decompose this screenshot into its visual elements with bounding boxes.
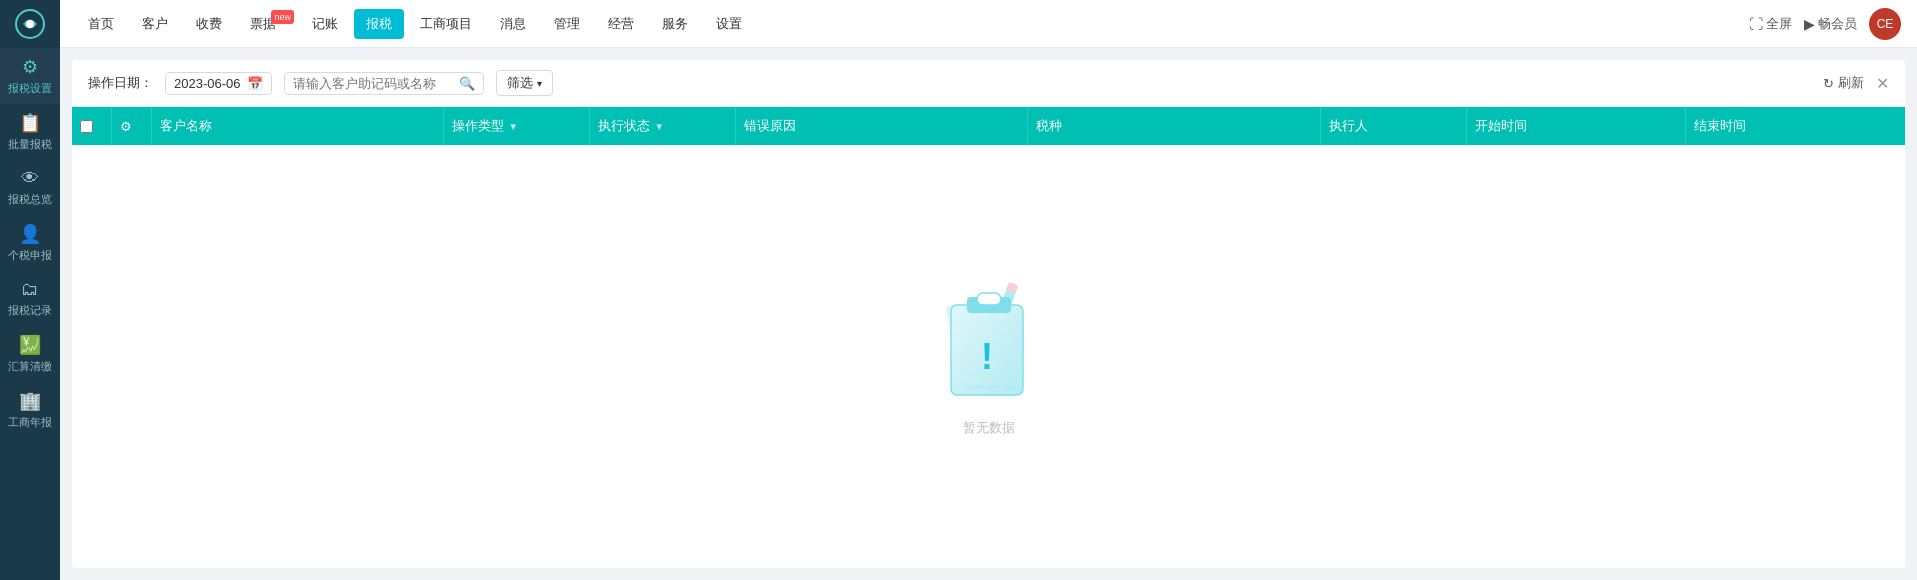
- th-start-time: 开始时间: [1467, 107, 1686, 145]
- data-table: ⚙ 客户名称 操作类型 ▼ 执行状态 ▼ 错误原因: [72, 107, 1905, 568]
- member-btn[interactable]: ▶ 畅会员: [1804, 15, 1857, 33]
- toolbar: 操作日期： 2023-06-06 📅 🔍 筛选 ▾ ↻ 刷新: [72, 60, 1905, 107]
- th-operation-type[interactable]: 操作类型 ▼: [444, 107, 590, 145]
- refresh-button[interactable]: ↻ 刷新: [1823, 74, 1864, 92]
- svg-point-1: [26, 20, 34, 28]
- sidebar: ⚙ 报税设置 📋 批量报税 👁 报税总览 👤 个税申报 🗂 报税记录 💹 汇算清…: [0, 0, 60, 580]
- nav-shoufei[interactable]: 收费: [184, 9, 234, 39]
- topnav: 首页 客户 收费 票据 new 记账 报税 工商项目 消息 管理 经营 服务 设…: [60, 0, 1917, 48]
- svg-rect-11: [963, 385, 1015, 389]
- filter-label: 筛选: [507, 74, 533, 92]
- search-input[interactable]: [293, 76, 455, 91]
- settings-icon: ⚙: [120, 119, 132, 134]
- nav-customer[interactable]: 客户: [130, 9, 180, 39]
- sidebar-item-label-piliangbaoshui: 批量报税: [8, 137, 52, 152]
- nav-guanli[interactable]: 管理: [542, 9, 592, 39]
- svg-text:!: !: [981, 336, 993, 377]
- refresh-label: 刷新: [1838, 74, 1864, 92]
- piao-badge: new: [271, 10, 294, 24]
- member-label: 畅会员: [1818, 15, 1857, 33]
- nav-shezhi[interactable]: 设置: [704, 9, 754, 39]
- table-header: ⚙ 客户名称 操作类型 ▼ 执行状态 ▼ 错误原因: [72, 107, 1905, 145]
- sidebar-item-huisuanjiezheng[interactable]: 💹 汇算清缴: [0, 326, 60, 382]
- nav-homepage[interactable]: 首页: [76, 9, 126, 39]
- chevron-down-icon: ▾: [537, 78, 542, 89]
- th-executor: 执行人: [1321, 107, 1467, 145]
- th-customer-name: 客户名称: [152, 107, 444, 145]
- fullscreen-btn[interactable]: ⛶ 全屏: [1749, 15, 1792, 33]
- huisuanjiezheng-icon: 💹: [19, 334, 41, 356]
- main-content: 首页 客户 收费 票据 new 记账 报税 工商项目 消息 管理 经营 服务 设…: [60, 0, 1917, 580]
- close-button[interactable]: ✕: [1876, 74, 1889, 93]
- fullscreen-icon: ⛶: [1749, 16, 1763, 32]
- sidebar-item-baoshuijilu[interactable]: 🗂 报税记录: [0, 271, 60, 326]
- sidebar-item-baoshuishezhi[interactable]: ⚙ 报税设置: [0, 48, 60, 104]
- nav-items: 首页 客户 收费 票据 new 记账 报税 工商项目 消息 管理 经营 服务 设…: [76, 9, 1749, 39]
- table-card: 操作日期： 2023-06-06 📅 🔍 筛选 ▾ ↻ 刷新: [72, 60, 1905, 568]
- th-checkbox[interactable]: [72, 107, 112, 145]
- avatar[interactable]: CE: [1869, 8, 1901, 40]
- sidebar-item-label-baoshuijilu: 报税记录: [8, 303, 52, 318]
- sort-icon-status: ▼: [654, 121, 664, 132]
- nav-fuwu[interactable]: 服务: [650, 9, 700, 39]
- sidebar-item-label-baoshuishezhi: 报税设置: [8, 81, 52, 96]
- fullscreen-label: 全屏: [1766, 15, 1792, 33]
- baoshuijilu-icon: 🗂: [21, 279, 39, 300]
- svg-rect-9: [977, 293, 1001, 305]
- sidebar-item-baoshuizonglan[interactable]: 👁 报税总览: [0, 160, 60, 215]
- piliangbaoshui-icon: 📋: [19, 112, 41, 134]
- page-area: 操作日期： 2023-06-06 📅 🔍 筛选 ▾ ↻ 刷新: [60, 48, 1917, 580]
- sidebar-item-label-getaxapply: 个税申报: [8, 248, 52, 263]
- nav-baoshui[interactable]: 报税: [354, 9, 404, 39]
- date-label: 操作日期：: [88, 74, 153, 92]
- th-end-time: 结束时间: [1686, 107, 1905, 145]
- empty-illustration: !: [929, 277, 1049, 407]
- baoshuizonglan-icon: 👁: [21, 168, 39, 189]
- search-icon: 🔍: [459, 76, 475, 91]
- baoshuishezhi-icon: ⚙: [22, 56, 38, 78]
- sidebar-item-label-baoshuizonglan: 报税总览: [8, 192, 52, 207]
- nav-xiaoxi[interactable]: 消息: [488, 9, 538, 39]
- nav-piao[interactable]: 票据 new: [238, 9, 296, 39]
- date-picker[interactable]: 2023-06-06 📅: [165, 72, 272, 95]
- sort-icon-operation: ▼: [508, 121, 518, 132]
- select-all-checkbox[interactable]: [80, 120, 93, 133]
- empty-state: ! 暂无数据: [929, 277, 1049, 437]
- th-tax-type: 税种: [1028, 107, 1320, 145]
- sidebar-item-label-huisuanjiezheng: 汇算清缴: [8, 359, 52, 374]
- calendar-icon: 📅: [247, 76, 263, 91]
- app-logo: [0, 0, 60, 48]
- member-icon: ▶: [1804, 16, 1815, 32]
- table-body: ! 暂无数据: [72, 145, 1905, 568]
- sidebar-item-gongshangnian[interactable]: 🏢 工商年报: [0, 382, 60, 438]
- nav-jingying[interactable]: 经营: [596, 9, 646, 39]
- filter-button[interactable]: 筛选 ▾: [496, 70, 553, 96]
- th-settings[interactable]: ⚙: [112, 107, 152, 145]
- th-exec-status[interactable]: 执行状态 ▼: [590, 107, 736, 145]
- gongshangnian-icon: 🏢: [19, 390, 41, 412]
- toolbar-right: ↻ 刷新 ✕: [1823, 74, 1889, 93]
- nav-gongshang[interactable]: 工商项目: [408, 9, 484, 39]
- date-value: 2023-06-06: [174, 76, 241, 91]
- nav-jizhang[interactable]: 记账: [300, 9, 350, 39]
- refresh-icon: ↻: [1823, 76, 1834, 91]
- getaxapply-icon: 👤: [19, 223, 41, 245]
- th-error-reason: 错误原因: [736, 107, 1028, 145]
- sidebar-item-piliangbaoshui[interactable]: 📋 批量报税: [0, 104, 60, 160]
- empty-text: 暂无数据: [963, 419, 1015, 437]
- sidebar-item-label-gongshangnian: 工商年报: [8, 415, 52, 430]
- topnav-right: ⛶ 全屏 ▶ 畅会员 CE: [1749, 8, 1901, 40]
- sidebar-item-getaxapply[interactable]: 👤 个税申报: [0, 215, 60, 271]
- search-box: 🔍: [284, 72, 484, 95]
